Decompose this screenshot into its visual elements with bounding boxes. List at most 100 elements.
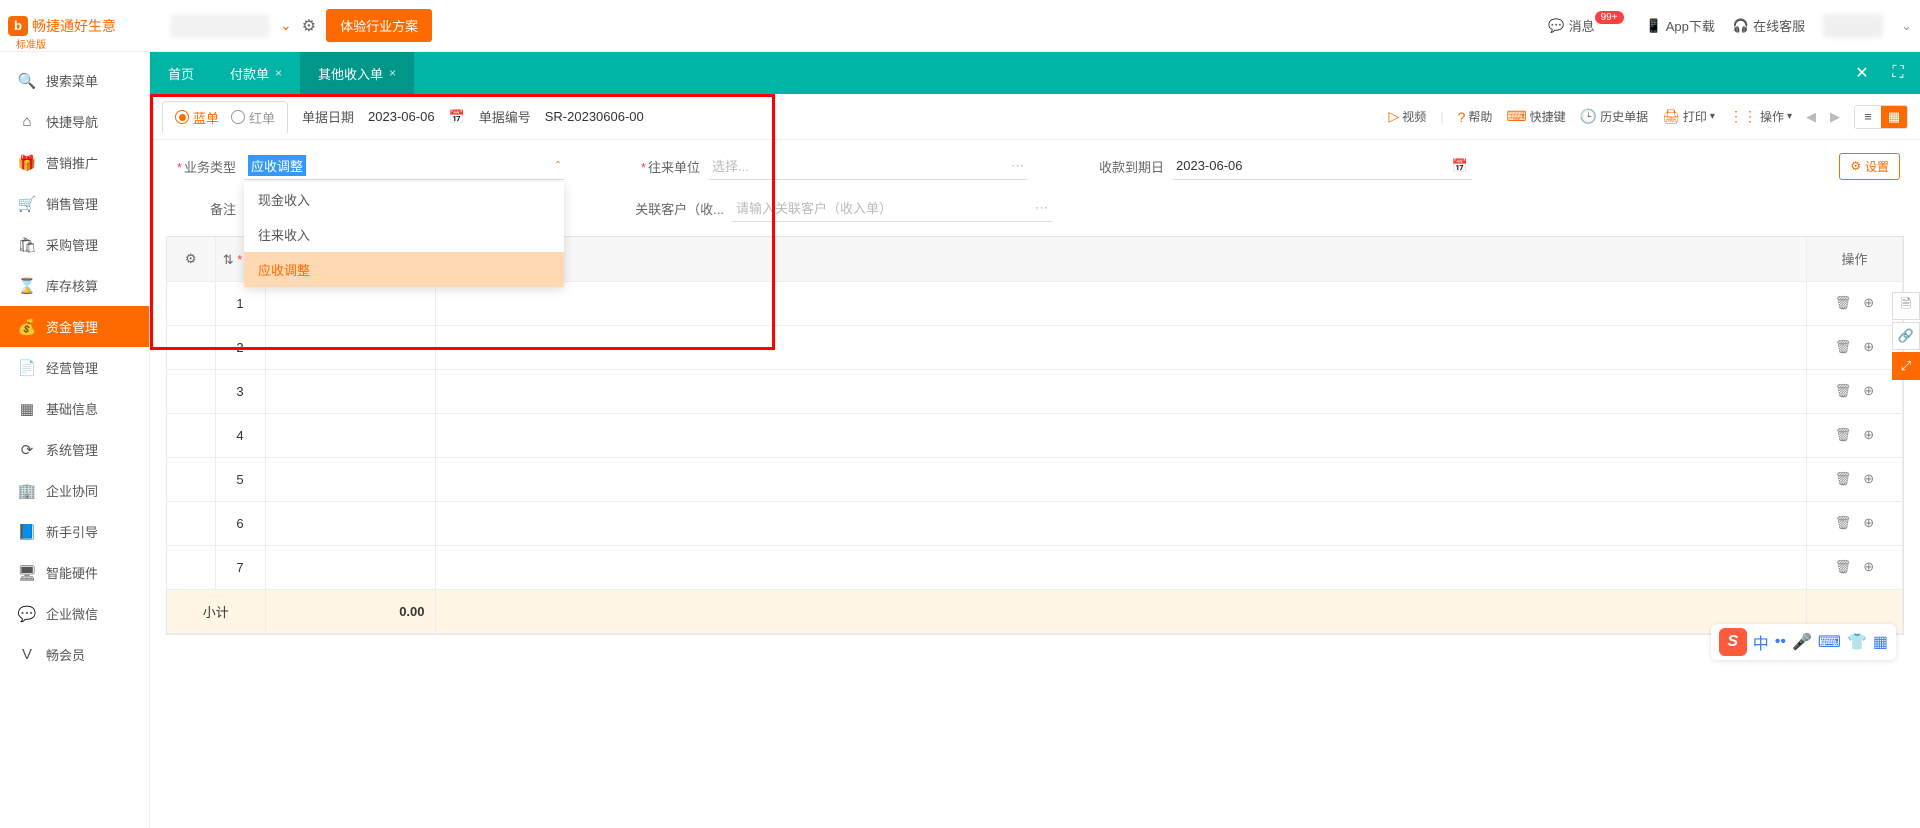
sidebar-item-hardware[interactable]: 🖥智能硬件 (0, 552, 149, 593)
sidebar-item-quicknav[interactable]: ⌂快捷导航 (0, 101, 149, 142)
ime-lang-label[interactable]: 中 (1753, 630, 1769, 654)
sidebar-item-operation[interactable]: 📄经营管理 (0, 347, 149, 388)
tab-other-income[interactable]: 其他收入单× (300, 52, 414, 94)
app-download-link[interactable]: 📱 App下载 (1646, 16, 1715, 35)
online-service-link[interactable]: 🎧 在线客服 (1733, 16, 1805, 35)
delete-icon[interactable]: 🗑 (1835, 471, 1852, 487)
row-blank-cell[interactable] (435, 413, 1807, 457)
biz-type-dropdown[interactable]: 应收调整 ˆ 现金收入 往来收入 应收调整 (244, 152, 564, 180)
ime-mic-icon[interactable]: 🎤 (1792, 632, 1812, 652)
sidebar-item-wechat[interactable]: 💬企业微信 (0, 593, 149, 634)
ime-keyboard-icon[interactable]: ⌨ (1818, 632, 1841, 652)
row-blank-cell[interactable] (435, 369, 1807, 413)
sidebar-item-basicinfo[interactable]: ▦基础信息 (0, 388, 149, 429)
ime-menu-icon[interactable]: ▦ (1873, 632, 1888, 652)
row-blank-cell[interactable] (435, 281, 1807, 325)
due-date-input[interactable]: 2023-06-06 📅 (1172, 152, 1472, 180)
row-amount-cell[interactable] (265, 457, 435, 501)
link-tool[interactable]: 🔗 (1892, 322, 1920, 350)
sidebar-item-purchase[interactable]: 🛍采购管理 (0, 224, 149, 265)
table-row[interactable]: 2🗑⊕ (167, 325, 1903, 369)
delete-icon[interactable]: 🗑 (1835, 559, 1852, 575)
row-amount-cell[interactable] (265, 281, 435, 325)
delete-icon[interactable]: 🗑 (1835, 295, 1852, 311)
user-avatar-blur[interactable] (1823, 14, 1883, 38)
row-amount-cell[interactable] (265, 545, 435, 589)
add-icon[interactable]: ⊕ (1863, 427, 1874, 443)
gear-icon[interactable]: ⚙ (302, 16, 316, 36)
option-ar-income[interactable]: 往来收入 (244, 217, 564, 252)
sidebar-item-guide[interactable]: 📘新手引导 (0, 511, 149, 552)
add-icon[interactable]: ⊕ (1863, 515, 1874, 531)
sidebar-item-search[interactable]: 🔍搜索菜单 (0, 60, 149, 101)
row-amount-cell[interactable] (265, 325, 435, 369)
messages-link[interactable]: 💬 消息 99+ (1548, 16, 1627, 35)
note-tool[interactable]: 🗎 (1892, 292, 1920, 320)
chevron-down-icon[interactable]: ⌄ (280, 17, 292, 34)
help-link[interactable]: ?帮助 (1458, 108, 1493, 125)
calendar-icon[interactable]: 📅 (449, 109, 465, 125)
add-icon[interactable]: ⊕ (1863, 295, 1874, 311)
settings-button[interactable]: ⚙设置 (1839, 153, 1900, 180)
option-cash-income[interactable]: 现金收入 (244, 182, 564, 217)
prev-button[interactable]: ◀ (1806, 109, 1816, 125)
ime-logo-icon[interactable]: S (1719, 628, 1747, 656)
add-icon[interactable]: ⊕ (1863, 471, 1874, 487)
ime-skin-icon[interactable]: 👕 (1847, 632, 1867, 652)
history-link[interactable]: 🕒历史单据 (1580, 108, 1648, 125)
row-blank-cell[interactable] (435, 457, 1807, 501)
sidebar-item-sales[interactable]: 🛒销售管理 (0, 183, 149, 224)
card-view-button[interactable]: ▦ (1881, 106, 1907, 128)
operate-link[interactable]: ⋮⋮操作▾ (1729, 108, 1792, 125)
add-icon[interactable]: ⊕ (1863, 383, 1874, 399)
tab-payment[interactable]: 付款单× (212, 52, 300, 94)
option-ar-adjust[interactable]: 应收调整 (244, 252, 564, 287)
tab-home[interactable]: 首页 (150, 52, 212, 94)
org-selector-blur[interactable] (170, 14, 270, 38)
rel-customer-input[interactable]: 请输入关联客户（收入单） ⋯ (732, 194, 1052, 222)
gear-column-header[interactable]: ⚙ (167, 237, 215, 281)
calendar-icon[interactable]: 📅 (1452, 158, 1468, 174)
table-row[interactable]: 4🗑⊕ (167, 413, 1903, 457)
row-amount-cell[interactable] (265, 501, 435, 545)
table-row[interactable]: 6🗑⊕ (167, 501, 1903, 545)
delete-icon[interactable]: 🗑 (1835, 427, 1852, 443)
delete-icon[interactable]: 🗑 (1835, 339, 1852, 355)
ime-punct-icon[interactable]: •• (1775, 633, 1786, 651)
sidebar-item-marketing[interactable]: 🎁营销推广 (0, 142, 149, 183)
radio-blue[interactable]: 蓝单 (175, 108, 219, 127)
table-row[interactable]: 3🗑⊕ (167, 369, 1903, 413)
delete-icon[interactable]: 🗑 (1835, 515, 1852, 531)
sidebar-item-member[interactable]: V畅会员 (0, 634, 149, 675)
row-amount-cell[interactable] (265, 413, 435, 457)
trial-industry-button[interactable]: 体验行业方案 (326, 9, 432, 42)
table-row[interactable]: 1🗑⊕ (167, 281, 1903, 325)
chevron-down-icon[interactable]: ⌄ (1901, 18, 1912, 34)
next-button[interactable]: ▶ (1830, 109, 1840, 125)
close-all-button[interactable]: ✕ (1848, 59, 1876, 87)
expand-tool[interactable]: ⤢ (1892, 352, 1920, 380)
table-row[interactable]: 7🗑⊕ (167, 545, 1903, 589)
row-blank-cell[interactable] (435, 325, 1807, 369)
sidebar-item-system[interactable]: ⟳系统管理 (0, 429, 149, 470)
table-row[interactable]: 5🗑⊕ (167, 457, 1903, 501)
row-blank-cell[interactable] (435, 545, 1807, 589)
row-amount-cell[interactable] (265, 369, 435, 413)
doc-date-value[interactable]: 2023-06-06 (368, 109, 435, 124)
shortcut-link[interactable]: ⌨快捷键 (1506, 108, 1565, 125)
delete-icon[interactable]: 🗑 (1835, 383, 1852, 399)
close-icon[interactable]: × (389, 66, 396, 80)
add-icon[interactable]: ⊕ (1863, 559, 1874, 575)
list-view-button[interactable]: ≡ (1855, 106, 1881, 128)
video-link[interactable]: ▷视频 (1388, 108, 1426, 125)
sidebar-item-enterprise[interactable]: 🏢企业协同 (0, 470, 149, 511)
more-icon[interactable]: ⋯ (1035, 200, 1048, 216)
print-link[interactable]: 🖨打印▾ (1662, 108, 1715, 125)
radio-red[interactable]: 红单 (231, 108, 275, 127)
fullscreen-button[interactable]: ⛶ (1884, 59, 1912, 87)
partner-input[interactable]: 选择... ⋯ (708, 152, 1028, 180)
close-icon[interactable]: × (275, 66, 282, 80)
sidebar-item-funds[interactable]: 💰资金管理 (0, 306, 149, 347)
add-icon[interactable]: ⊕ (1863, 339, 1874, 355)
more-icon[interactable]: ⋯ (1011, 158, 1024, 174)
